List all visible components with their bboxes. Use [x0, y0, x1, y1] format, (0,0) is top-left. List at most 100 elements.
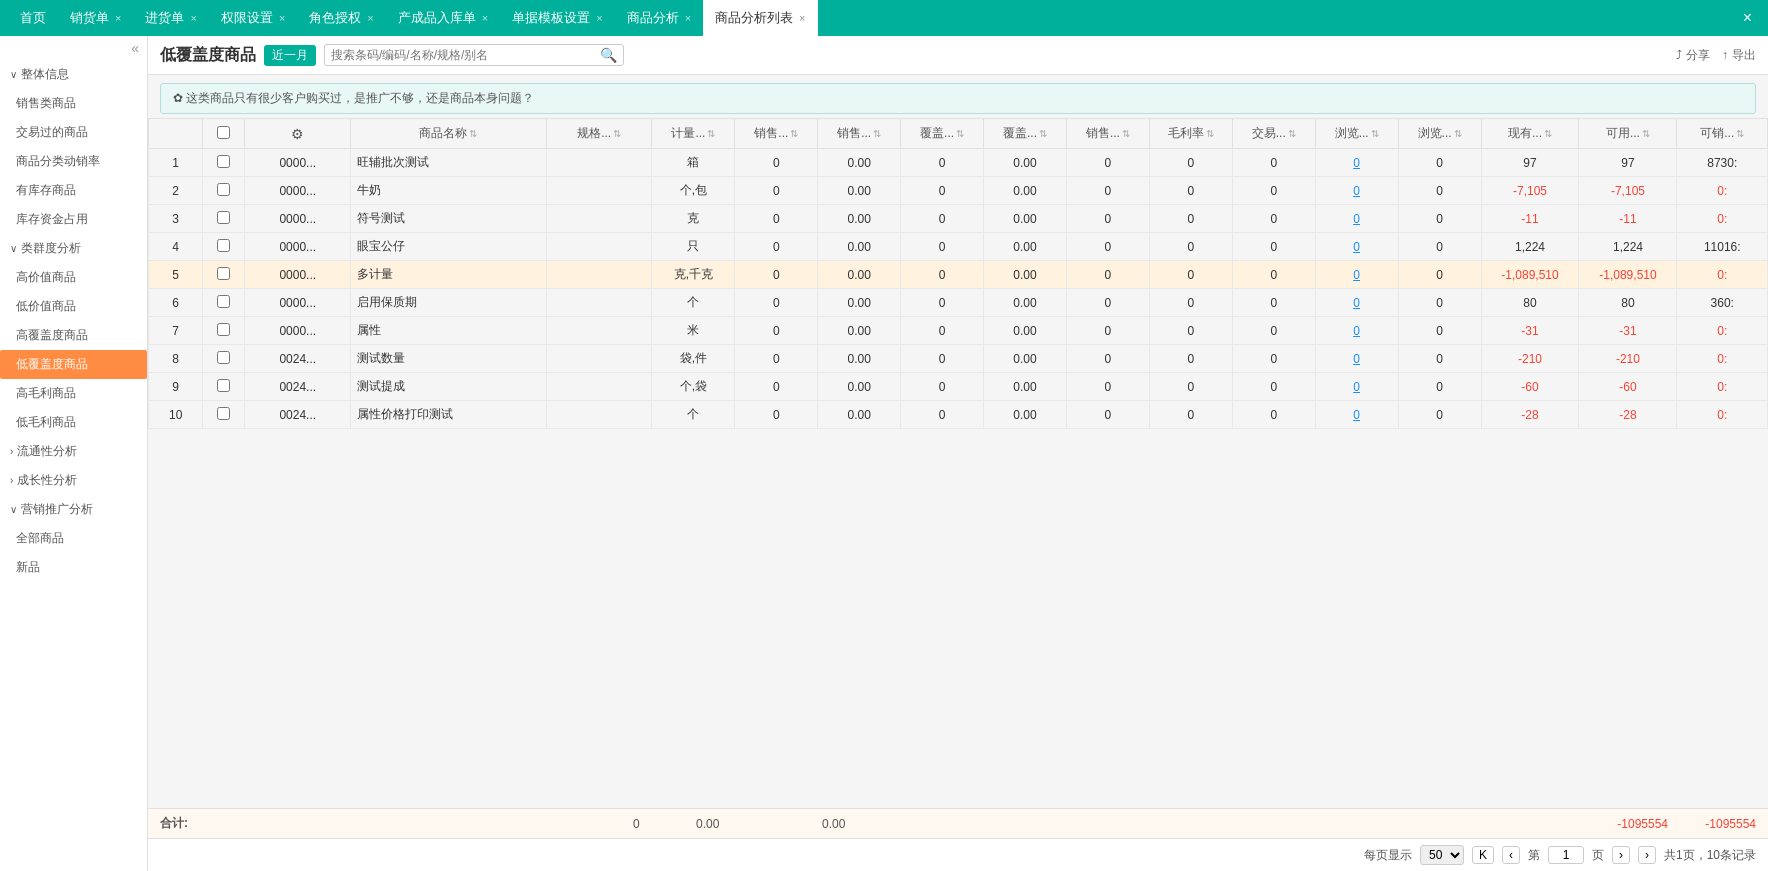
- th-browse-1[interactable]: 浏览...⇅: [1315, 119, 1398, 149]
- table-row: 10 0024... 属性价格打印测试 个 0 0.00 0 0.00 0 0 …: [149, 401, 1768, 429]
- table-scroll-wrapper[interactable]: ⚙ 商品名称⇅ 规格...⇅ 计量...⇅ 销售...⇅ 销售...⇅ 覆盖..…: [148, 118, 1768, 808]
- close-icon[interactable]: ×: [279, 12, 285, 24]
- row-browse1[interactable]: 0: [1315, 401, 1398, 429]
- sidebar-item-sales-products[interactable]: 销售类商品: [0, 89, 147, 118]
- close-icon[interactable]: ×: [482, 12, 488, 24]
- sidebar-item-low-gross[interactable]: 低毛利商品: [0, 408, 147, 437]
- select-all-checkbox[interactable]: [217, 126, 230, 139]
- th-code[interactable]: ⚙: [245, 119, 351, 149]
- th-settings-icon[interactable]: ⚙: [291, 126, 304, 142]
- first-page-button[interactable]: K: [1472, 846, 1494, 864]
- row-checkbox[interactable]: [203, 401, 245, 429]
- nav-home[interactable]: 首页: [8, 0, 58, 36]
- row-checkbox[interactable]: [203, 261, 245, 289]
- row-gross: 0: [1149, 149, 1232, 177]
- sidebar-section-growth[interactable]: › 成长性分析: [0, 466, 147, 495]
- th-coverage-1[interactable]: 覆盖...⇅: [901, 119, 984, 149]
- th-coverage-2[interactable]: 覆盖...⇅: [984, 119, 1067, 149]
- sidebar-item-low-value[interactable]: 低价值商品: [0, 292, 147, 321]
- row-browse1[interactable]: 0: [1315, 261, 1398, 289]
- page-number-input[interactable]: [1548, 846, 1584, 864]
- row-browse2: 0: [1398, 317, 1481, 345]
- search-icon[interactable]: 🔍: [600, 47, 617, 63]
- next-page-button[interactable]: ›: [1612, 846, 1630, 864]
- row-browse1[interactable]: 0: [1315, 289, 1398, 317]
- close-icon[interactable]: ×: [190, 12, 196, 24]
- sidebar-item-new-products[interactable]: 新品: [0, 553, 147, 582]
- close-icon[interactable]: ×: [685, 12, 691, 24]
- row-cov2: 0.00: [984, 373, 1067, 401]
- nav-product-analysis-list[interactable]: 商品分析列表 ×: [703, 0, 817, 36]
- close-all-button[interactable]: ×: [1735, 9, 1760, 27]
- close-icon[interactable]: ×: [115, 12, 121, 24]
- row-checkbox[interactable]: [203, 317, 245, 345]
- close-icon[interactable]: ×: [596, 12, 602, 24]
- sidebar-section-marketing[interactable]: ∨ 营销推广分析: [0, 495, 147, 524]
- period-button[interactable]: 近一月: [264, 45, 316, 66]
- row-checkbox[interactable]: [203, 289, 245, 317]
- row-browse1[interactable]: 0: [1315, 317, 1398, 345]
- nav-sales-order[interactable]: 销货单 ×: [58, 0, 133, 36]
- sidebar-item-high-value[interactable]: 高价值商品: [0, 263, 147, 292]
- row-browse1[interactable]: 0: [1315, 373, 1398, 401]
- share-button[interactable]: ⤴ 分享: [1676, 47, 1710, 64]
- row-checkbox[interactable]: [203, 233, 245, 261]
- row-browse1[interactable]: 0: [1315, 177, 1398, 205]
- row-browse1[interactable]: 0: [1315, 233, 1398, 261]
- th-browse-2[interactable]: 浏览...⇅: [1398, 119, 1481, 149]
- per-page-select[interactable]: 50: [1420, 845, 1464, 865]
- row-checkbox[interactable]: [203, 205, 245, 233]
- nav-product-instock[interactable]: 产成品入库单 ×: [386, 0, 500, 36]
- export-button[interactable]: ↑ 导出: [1722, 47, 1756, 64]
- th-spec[interactable]: 规格...⇅: [546, 119, 652, 149]
- sidebar-item-stock-capital[interactable]: 库存资金占用: [0, 205, 147, 234]
- sidebar-section-cluster[interactable]: ∨ 类群度分析: [0, 234, 147, 263]
- sidebar-item-high-gross[interactable]: 高毛利商品: [0, 379, 147, 408]
- th-sales-amount[interactable]: 销售...⇅: [818, 119, 901, 149]
- sidebar-section-liquidity[interactable]: › 流通性分析: [0, 437, 147, 466]
- nav-purchase-order[interactable]: 进货单 ×: [133, 0, 208, 36]
- sidebar-section-overall[interactable]: ∨ 整体信息: [0, 60, 147, 89]
- th-unit[interactable]: 计量...⇅: [652, 119, 735, 149]
- th-available-stock[interactable]: 可用...⇅: [1579, 119, 1677, 149]
- th-gross-margin[interactable]: 毛利率⇅: [1149, 119, 1232, 149]
- sidebar-item-in-stock[interactable]: 有库存商品: [0, 176, 147, 205]
- nav-template-settings[interactable]: 单据模板设置 ×: [500, 0, 614, 36]
- row-checkbox[interactable]: [203, 373, 245, 401]
- sidebar-item-low-coverage[interactable]: 低覆盖度商品: [0, 350, 147, 379]
- row-checkbox[interactable]: [203, 345, 245, 373]
- row-browse1[interactable]: 0: [1315, 149, 1398, 177]
- row-checkbox[interactable]: [203, 149, 245, 177]
- sidebar-item-high-coverage[interactable]: 高覆盖度商品: [0, 321, 147, 350]
- row-name: 测试数量: [350, 345, 546, 373]
- row-browse1[interactable]: 0: [1315, 345, 1398, 373]
- sidebar-item-category-sale-rate[interactable]: 商品分类动销率: [0, 147, 147, 176]
- search-box[interactable]: 🔍: [324, 44, 624, 66]
- nav-permission-settings[interactable]: 权限设置 ×: [209, 0, 297, 36]
- row-checkbox[interactable]: [203, 177, 245, 205]
- row-browse1[interactable]: 0: [1315, 205, 1398, 233]
- close-icon[interactable]: ×: [367, 12, 373, 24]
- sidebar-item-all-products[interactable]: 全部商品: [0, 524, 147, 553]
- th-name[interactable]: 商品名称⇅: [350, 119, 546, 149]
- th-sellable[interactable]: 可销...⇅: [1677, 119, 1768, 149]
- th-sales-3[interactable]: 销售...⇅: [1066, 119, 1149, 149]
- th-transactions[interactable]: 交易...⇅: [1232, 119, 1315, 149]
- row-trans: 0: [1232, 401, 1315, 429]
- row-avail: -210: [1579, 345, 1677, 373]
- total-sale2: 0.00: [696, 817, 751, 831]
- sidebar-collapse-button[interactable]: «: [131, 40, 139, 56]
- sidebar-item-traded-products[interactable]: 交易过的商品: [0, 118, 147, 147]
- prev-page-button[interactable]: ‹: [1502, 846, 1520, 864]
- last-page-button[interactable]: ›: [1638, 846, 1656, 864]
- row-now: 80: [1481, 289, 1579, 317]
- row-gross: 0: [1149, 401, 1232, 429]
- search-input[interactable]: [331, 48, 600, 62]
- nav-product-analysis[interactable]: 商品分析 ×: [615, 0, 703, 36]
- nav-role-auth[interactable]: 角色授权 ×: [297, 0, 385, 36]
- close-icon[interactable]: ×: [799, 12, 805, 24]
- th-sales-qty[interactable]: 销售...⇅: [735, 119, 818, 149]
- row-num: 3: [149, 205, 203, 233]
- row-sale3: 0: [1066, 289, 1149, 317]
- th-current-stock[interactable]: 现有...⇅: [1481, 119, 1579, 149]
